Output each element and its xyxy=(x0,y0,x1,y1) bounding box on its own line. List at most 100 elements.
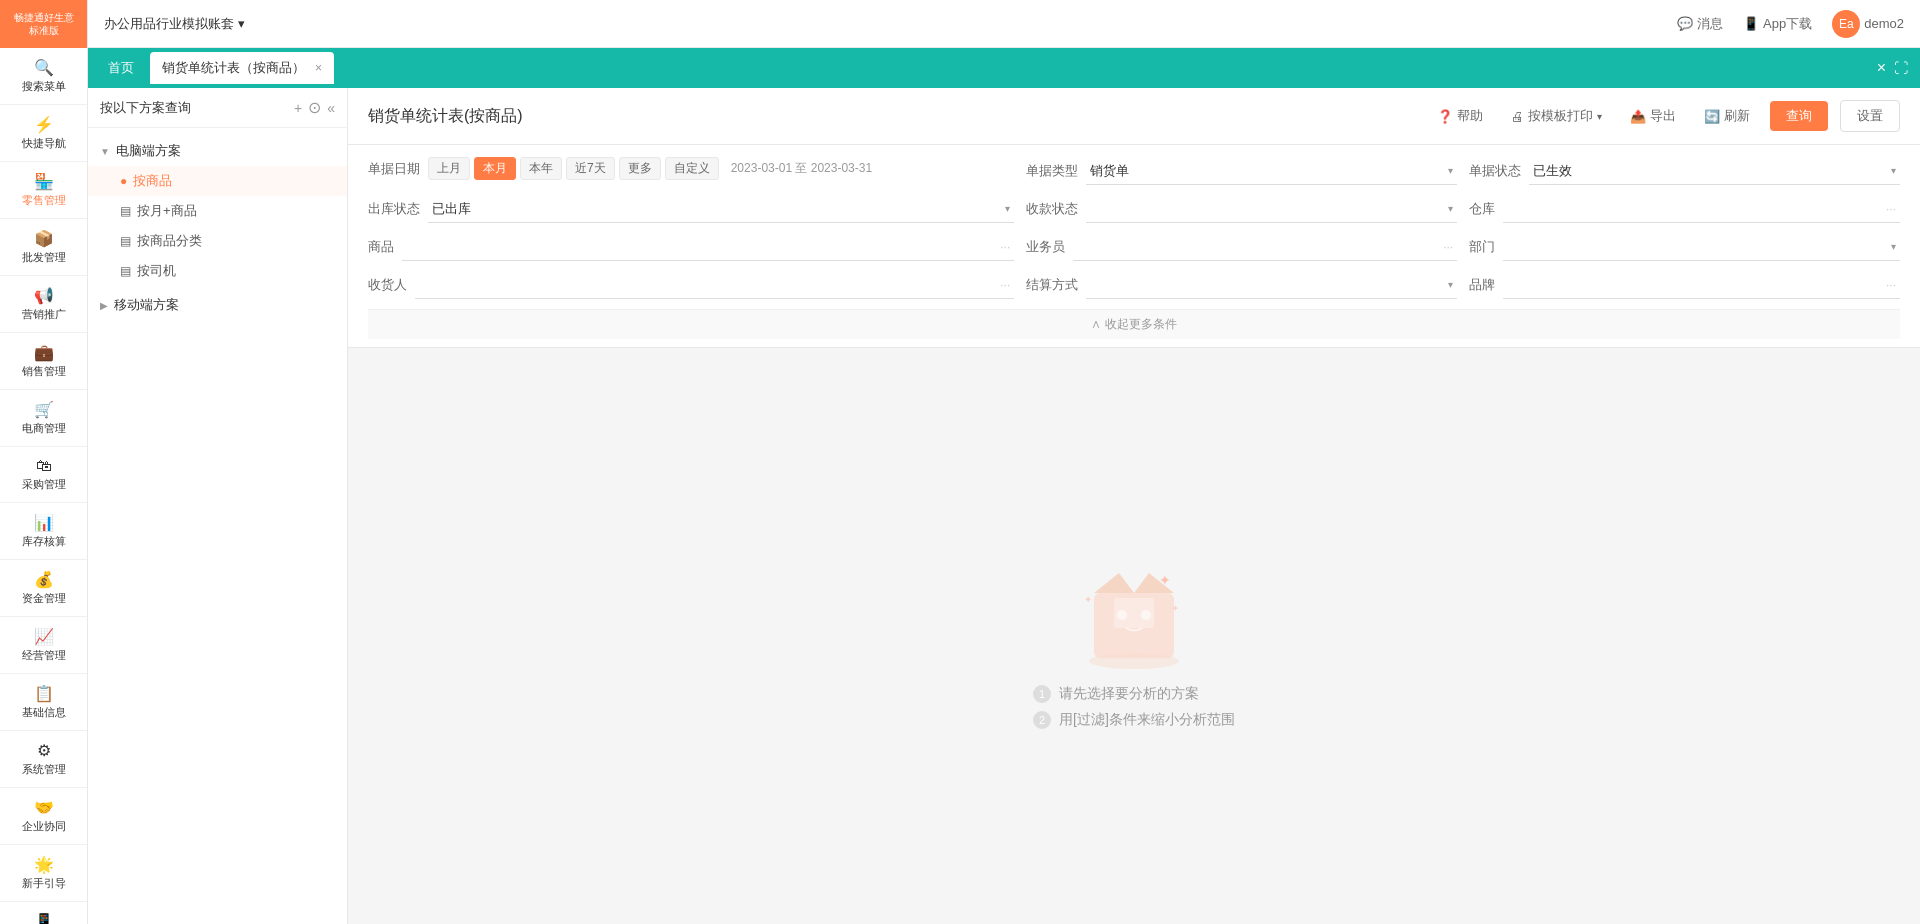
add-scheme-btn[interactable]: + xyxy=(294,100,302,116)
by-month-goods-icon: ▤ xyxy=(120,204,131,218)
dept-control[interactable]: ▾ xyxy=(1503,233,1900,261)
sidebar-item-system[interactable]: ⚙ 系统管理 xyxy=(0,731,87,788)
message-label: 消息 xyxy=(1697,15,1723,33)
sidebar-item-inventory[interactable]: 📊 库存核算 xyxy=(0,503,87,560)
date-btn-custom[interactable]: 自定义 xyxy=(665,157,719,180)
date-label: 单据日期 xyxy=(368,160,420,178)
scheme-title: 按以下方案查询 xyxy=(100,99,191,117)
template-print-label: 按模板打印 xyxy=(1528,107,1593,125)
doc-status-label: 单据状态 xyxy=(1469,162,1521,180)
sidebar-item-quicknav[interactable]: ⚡ 快捷导航 xyxy=(0,105,87,162)
user-info[interactable]: Ea demo2 xyxy=(1832,10,1904,38)
collapse-panel-btn[interactable]: « xyxy=(327,100,335,116)
receive-status-label: 收款状态 xyxy=(1026,200,1078,218)
app-download-btn[interactable]: 📱 App下载 xyxy=(1743,15,1812,33)
empty-hint-2: 2 用[过滤]条件来缩小分析范围 xyxy=(1033,711,1235,729)
brand-control[interactable]: ··· xyxy=(1503,271,1900,299)
doc-status-control[interactable]: 已生效 ▾ xyxy=(1529,157,1900,185)
tree-group-mobile-arrow: ▶ xyxy=(100,300,108,311)
tab-close-icon[interactable]: × xyxy=(315,61,322,75)
topbar-right: 💬 消息 📱 App下载 Ea demo2 xyxy=(1677,10,1904,38)
warehouse-dots-icon: ··· xyxy=(1886,202,1896,216)
salesperson-dots-icon: ··· xyxy=(1443,240,1453,254)
guide-icon: 🌟 xyxy=(34,855,54,874)
window-close-icon[interactable]: × xyxy=(1877,59,1886,77)
industry-name: 办公用品行业模拟账套 xyxy=(104,15,234,33)
goods-dots-icon: ··· xyxy=(1000,240,1010,254)
tree-item-by-goods[interactable]: ● 按商品 xyxy=(88,166,347,196)
template-print-arrow: ▾ xyxy=(1597,111,1602,122)
sidebar-item-enterprise[interactable]: 🤝 企业协同 xyxy=(0,788,87,845)
template-print-icon: 🖨 xyxy=(1511,109,1524,124)
help-btn[interactable]: ❓ 帮助 xyxy=(1429,103,1491,129)
date-btn-this-year[interactable]: 本年 xyxy=(520,157,562,180)
receive-status-control[interactable]: ▾ xyxy=(1086,195,1457,223)
page-actions: ❓ 帮助 🖨 按模板打印 ▾ 📤 导出 🔄 刷新 xyxy=(1429,100,1900,132)
doc-status-arrow-icon: ▾ xyxy=(1891,165,1896,176)
hint-text-2: 用[过滤]条件来缩小分析范围 xyxy=(1059,711,1235,729)
logo-area[interactable]: 畅捷通好生意 标准版 xyxy=(0,0,87,48)
industry-selector[interactable]: 办公用品行业模拟账套 ▾ xyxy=(104,15,245,33)
out-status-control[interactable]: 已出库 ▾ xyxy=(428,195,1014,223)
left-panel: 按以下方案查询 + ⊙ « ▼ 电脑端方案 ● 按商品 xyxy=(88,88,348,924)
date-btn-this-month[interactable]: 本月 xyxy=(474,157,516,180)
sidebar-finance-label: 资金管理 xyxy=(22,591,66,606)
goods-control[interactable]: ··· xyxy=(402,233,1014,261)
industry-arrow-icon: ▾ xyxy=(238,16,245,31)
sidebar-item-finance[interactable]: 💰 资金管理 xyxy=(0,560,87,617)
warehouse-control[interactable]: ··· xyxy=(1503,195,1900,223)
sidebar-item-appcenter[interactable]: 📱 应用中心 xyxy=(0,902,87,924)
message-btn[interactable]: 💬 消息 xyxy=(1677,15,1723,33)
tab-home[interactable]: 首页 xyxy=(96,52,146,84)
date-btn-more[interactable]: 更多 xyxy=(619,157,661,180)
tree-group-pc-header[interactable]: ▼ 电脑端方案 xyxy=(88,136,347,166)
sidebar-menu: 🔍 搜索菜单 ⚡ 快捷导航 🏪 零售管理 📦 批发管理 📢 营销推广 💼 销售管… xyxy=(0,48,87,924)
page-title: 销货单统计表(按商品) xyxy=(368,106,523,127)
doc-type-label: 单据类型 xyxy=(1026,162,1078,180)
app-download-icon: 📱 xyxy=(1743,16,1759,31)
sidebar-item-wholesale[interactable]: 📦 批发管理 xyxy=(0,219,87,276)
tree-group-mobile-header[interactable]: ▶ 移动端方案 xyxy=(88,290,347,320)
salesperson-control[interactable]: ··· xyxy=(1073,233,1457,261)
refresh-btn[interactable]: 🔄 刷新 xyxy=(1696,103,1758,129)
window-expand-icon[interactable]: ⛶ xyxy=(1894,60,1908,76)
sidebar-item-basic[interactable]: 📋 基础信息 xyxy=(0,674,87,731)
sidebar-item-sales[interactable]: 💼 销售管理 xyxy=(0,333,87,390)
receiver-control[interactable]: ··· xyxy=(415,271,1014,299)
operations-icon: 📈 xyxy=(34,627,54,646)
sidebar-item-guide[interactable]: 🌟 新手引导 xyxy=(0,845,87,902)
tree-item-by-driver[interactable]: ▤ 按司机 xyxy=(88,256,347,286)
brand-dots-icon: ··· xyxy=(1886,278,1896,292)
by-driver-icon: ▤ xyxy=(120,264,131,278)
date-btn-last-month[interactable]: 上月 xyxy=(428,157,470,180)
content-wrapper: 按以下方案查询 + ⊙ « ▼ 电脑端方案 ● 按商品 xyxy=(88,88,1920,924)
tree-item-by-category[interactable]: ▤ 按商品分类 xyxy=(88,226,347,256)
tree-item-by-category-label: 按商品分类 xyxy=(137,232,202,250)
date-btn-7days[interactable]: 近7天 xyxy=(566,157,615,180)
svg-text:✦: ✦ xyxy=(1084,594,1092,605)
doc-type-control[interactable]: 销货单 ▾ xyxy=(1086,157,1457,185)
tree-item-by-month-goods[interactable]: ▤ 按月+商品 xyxy=(88,196,347,226)
sidebar-item-retail[interactable]: 🏪 零售管理 xyxy=(0,162,87,219)
query-btn[interactable]: 查询 xyxy=(1770,101,1828,131)
sidebar-item-purchase[interactable]: 🛍 采购管理 xyxy=(0,447,87,503)
filter-row-3: 商品 ··· 业务员 ··· 部门 xyxy=(368,233,1900,261)
collapse-bar[interactable]: ∧ 收起更多条件 xyxy=(368,309,1900,339)
brand-label: 品牌 xyxy=(1469,276,1495,294)
template-print-btn[interactable]: 🖨 按模板打印 ▾ xyxy=(1503,103,1610,129)
export-btn[interactable]: 📤 导出 xyxy=(1622,103,1684,129)
by-category-icon: ▤ xyxy=(120,234,131,248)
payment-control[interactable]: ▾ xyxy=(1086,271,1457,299)
sidebar-item-ecommerce[interactable]: 🛒 电商管理 xyxy=(0,390,87,447)
settings-btn[interactable]: 设置 xyxy=(1840,100,1900,132)
main-area: 办公用品行业模拟账套 ▾ 💬 消息 📱 App下载 Ea demo2 首页 销货… xyxy=(88,0,1920,924)
right-panel: 销货单统计表(按商品) ❓ 帮助 🖨 按模板打印 ▾ 📤 导出 xyxy=(348,88,1920,924)
sidebar-item-operations[interactable]: 📈 经营管理 xyxy=(0,617,87,674)
page-header: 销货单统计表(按商品) ❓ 帮助 🖨 按模板打印 ▾ 📤 导出 xyxy=(348,88,1920,145)
sidebar-purchase-label: 采购管理 xyxy=(22,477,66,492)
export-icon: 📤 xyxy=(1630,109,1646,124)
sidebar-item-marketing[interactable]: 📢 营销推广 xyxy=(0,276,87,333)
sidebar-item-search[interactable]: 🔍 搜索菜单 xyxy=(0,48,87,105)
tab-active[interactable]: 销货单统计表（按商品） × xyxy=(150,52,334,84)
settings-scheme-btn[interactable]: ⊙ xyxy=(308,98,321,117)
